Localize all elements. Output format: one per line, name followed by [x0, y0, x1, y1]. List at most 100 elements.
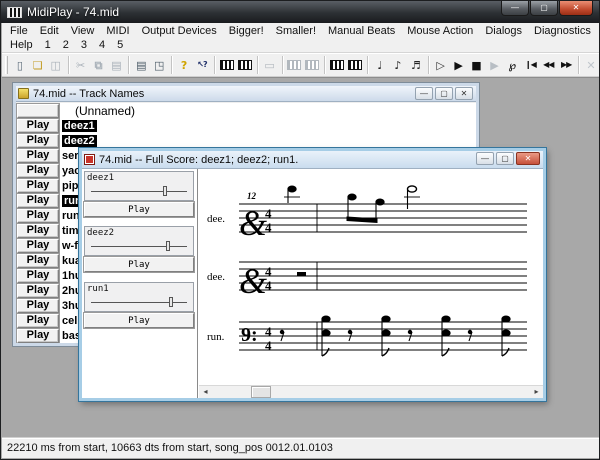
save-glyph: ◫: [50, 58, 61, 72]
toolbar-rewind-icon[interactable]: ◀◀: [539, 55, 557, 75]
track-name-label[interactable]: w-f: [62, 240, 78, 252]
track-play-button[interactable]: Play: [17, 223, 59, 238]
staff-1-label: dee.: [207, 213, 225, 225]
menu-edit[interactable]: Edit: [34, 25, 65, 37]
track-minimize-button[interactable]: —: [415, 87, 433, 100]
full-score-title-bar[interactable]: 74.mid -- Full Score: deez1; deez2; run1…: [82, 151, 543, 169]
toolbar-play-outline-icon[interactable]: ▷: [432, 55, 450, 75]
maximize-button[interactable]: ▢: [530, 1, 558, 16]
track-play-button[interactable]: Play: [17, 178, 59, 193]
track-play-button[interactable]: Play: [17, 238, 59, 253]
menu-manual-beats[interactable]: Manual Beats: [322, 25, 401, 37]
toolbar-piano-roll-2-icon: [303, 55, 321, 75]
score-close-button[interactable]: ✕: [516, 152, 540, 165]
toolbar-print-icon[interactable]: ▤: [132, 55, 150, 75]
track-name-label[interactable]: pip: [62, 180, 79, 192]
toolbar-separator: [427, 56, 429, 74]
time-signature-top: 4: [265, 264, 272, 279]
track-name-label[interactable]: tim: [62, 225, 79, 237]
toolbar-piano-tracks-2-icon[interactable]: [236, 55, 254, 75]
print-glyph: ▤: [136, 58, 147, 72]
track-play-button[interactable]: Play: [17, 193, 59, 208]
track-empty-button[interactable]: [17, 103, 59, 118]
volume-slider-thumb[interactable]: [169, 297, 174, 307]
track-name-label[interactable]: run: [62, 210, 80, 222]
toolbar-note-quarter-icon[interactable]: ♩: [371, 55, 389, 75]
toolbar-context-help-icon[interactable]: ↖?: [193, 55, 211, 75]
track-play-button[interactable]: Play: [17, 118, 59, 133]
toolbar-new-icon[interactable]: ▯: [11, 55, 29, 75]
toolbar-open-icon[interactable]: ❏: [29, 55, 47, 75]
track-play-button[interactable]: Play: [17, 298, 59, 313]
track-names-title-bar[interactable]: 74.mid -- Track Names — ▢ ✕: [16, 86, 476, 102]
track-play-button[interactable]: Play: [17, 268, 59, 283]
track-close-button[interactable]: ✕: [455, 87, 473, 100]
minimize-button[interactable]: —: [501, 1, 529, 16]
channel-play-button[interactable]: Play: [84, 313, 194, 328]
volume-slider[interactable]: [91, 246, 187, 247]
toolbar-play-icon[interactable]: ▶: [450, 55, 468, 75]
track-name-label[interactable]: ser: [62, 150, 79, 162]
menu-diagnostics[interactable]: Diagnostics: [528, 25, 597, 37]
toolbar-print-preview-icon[interactable]: ◳: [150, 55, 168, 75]
menu-view[interactable]: View: [65, 25, 101, 37]
toolbar-grip[interactable]: [5, 56, 8, 74]
track-name-label[interactable]: deez2: [62, 134, 97, 147]
menu-midi[interactable]: MIDI: [100, 25, 135, 37]
new-glyph: ▯: [16, 58, 23, 72]
track-name-label[interactable]: deez1: [62, 119, 97, 132]
scroll-right-arrow[interactable]: ▸: [530, 386, 543, 398]
close-button[interactable]: ✕: [559, 1, 593, 16]
channel-play-button[interactable]: Play: [84, 202, 194, 217]
channel-box: run1: [84, 282, 194, 312]
track-name-label[interactable]: (Unnamed): [75, 104, 135, 118]
toolbar-stop-icon[interactable]: ■: [468, 55, 486, 75]
scroll-thumb[interactable]: [250, 386, 271, 398]
toolbar-note-beamed-icon[interactable]: ♬: [407, 55, 425, 75]
track-play-button[interactable]: Play: [17, 253, 59, 268]
time-signature-bottom: 4: [265, 278, 272, 293]
track-play-button[interactable]: Play: [17, 283, 59, 298]
menu-mouse-action[interactable]: Mouse Action: [401, 25, 479, 37]
menu-dialogs[interactable]: Dialogs: [479, 25, 528, 37]
menu-help[interactable]: Help: [4, 39, 39, 51]
toolbar-note-eighth-icon[interactable]: ♪: [389, 55, 407, 75]
scroll-left-arrow[interactable]: ◂: [199, 386, 212, 398]
cut-glyph: ✂: [75, 58, 86, 72]
menu-1[interactable]: 1: [39, 39, 57, 51]
menu-3[interactable]: 3: [75, 39, 93, 51]
track-name-label[interactable]: cell: [62, 315, 80, 327]
menu-smaller[interactable]: Smaller!: [270, 25, 322, 37]
menu-4[interactable]: 4: [93, 39, 111, 51]
menu-bigger[interactable]: Bigger!: [223, 25, 270, 37]
menu-output-devices[interactable]: Output Devices: [136, 25, 223, 37]
track-play-button[interactable]: Play: [17, 163, 59, 178]
score-horizontal-scrollbar[interactable]: ◂ ▸: [199, 385, 543, 398]
menu-2[interactable]: 2: [57, 39, 75, 51]
menu-file[interactable]: File: [4, 25, 34, 37]
track-maximize-button[interactable]: ▢: [435, 87, 453, 100]
toolbar-fast-forward-icon[interactable]: ▶▶: [557, 55, 575, 75]
volume-slider-thumb[interactable]: [162, 186, 167, 196]
toolbar-help-icon[interactable]: ?: [175, 55, 193, 75]
toolbar-piano-score-icon[interactable]: [328, 55, 346, 75]
score-minimize-button[interactable]: —: [476, 152, 494, 165]
track-play-button[interactable]: Play: [17, 328, 59, 343]
toolbar-skip-to-start-icon[interactable]: ❙◀: [521, 55, 539, 75]
track-play-button[interactable]: Play: [17, 148, 59, 163]
toolbar-piano-tracks-icon[interactable]: [218, 55, 236, 75]
toolbar-loop-icon[interactable]: ℘: [503, 55, 521, 75]
channel-play-button[interactable]: Play: [84, 257, 194, 272]
volume-slider[interactable]: [91, 191, 187, 192]
toolbar-cut-icon: ✂: [72, 55, 90, 75]
track-play-button[interactable]: Play: [17, 313, 59, 328]
toolbar-piano-score-2-icon[interactable]: [346, 55, 364, 75]
score-maximize-button[interactable]: ▢: [496, 152, 514, 165]
score-window-icon: [84, 154, 95, 165]
score-notation-svg: dee. 12 & 4 4 dee. & 4 4 run. 9: 4 4: [207, 185, 527, 357]
track-play-button[interactable]: Play: [17, 208, 59, 223]
menu-5[interactable]: 5: [111, 39, 129, 51]
track-play-button[interactable]: Play: [17, 133, 59, 148]
volume-slider-thumb[interactable]: [166, 241, 170, 251]
track-name-label[interactable]: yac: [62, 165, 80, 177]
